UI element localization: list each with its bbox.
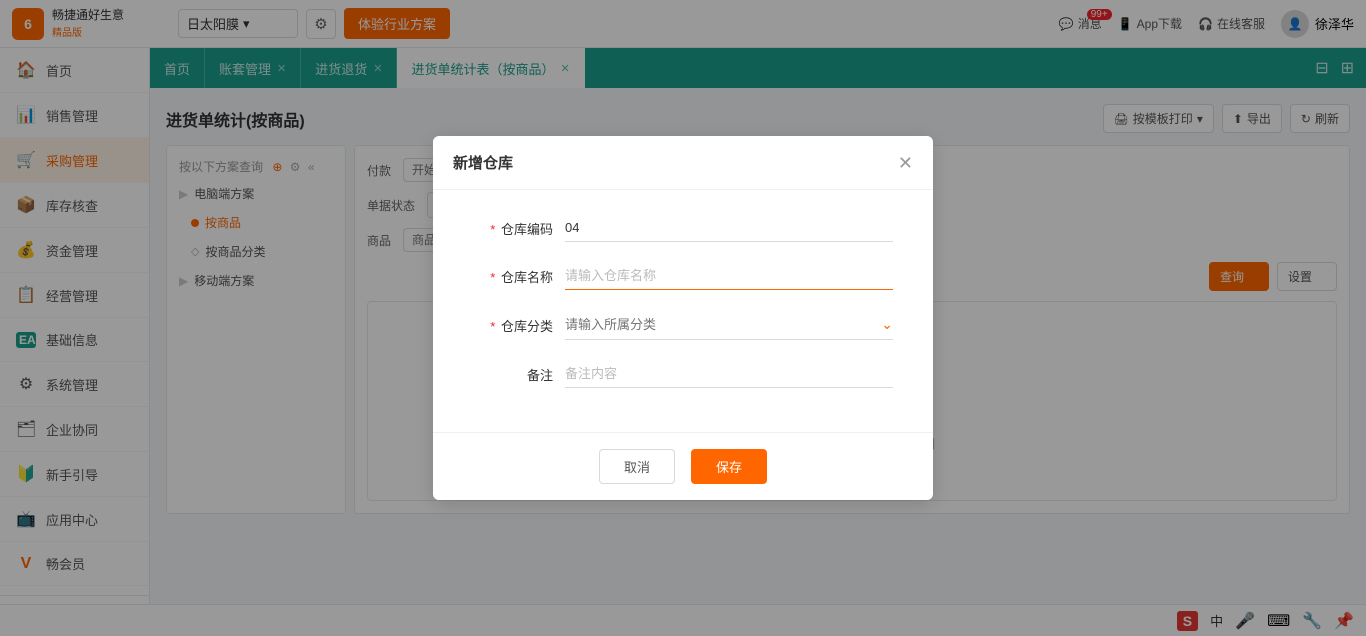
modal-overlay: 新增仓库 ✕ * 仓库编码 * 仓库名称 [0, 0, 1366, 636]
category-select-row: ⌄ [565, 310, 893, 340]
new-warehouse-modal: 新增仓库 ✕ * 仓库编码 * 仓库名称 [433, 136, 933, 500]
form-row-remark: 备注 [473, 360, 893, 388]
modal-title: 新增仓库 [453, 152, 513, 173]
modal-footer: 取消 保存 [433, 432, 933, 500]
modal-header: 新增仓库 ✕ [433, 136, 933, 190]
name-label: * 仓库名称 [473, 267, 553, 286]
modal-body: * 仓库编码 * 仓库名称 * 仓库分类 [433, 190, 933, 432]
warehouse-code-input[interactable] [565, 214, 893, 242]
remark-label: 备注 [473, 365, 553, 384]
required-star3: * [490, 319, 495, 334]
category-label: * 仓库分类 [473, 316, 553, 335]
remark-input[interactable] [565, 360, 893, 388]
modal-close-button[interactable]: ✕ [898, 154, 913, 172]
category-dropdown-icon: ⌄ [881, 316, 893, 333]
form-row-category: * 仓库分类 ⌄ [473, 310, 893, 340]
form-row-name: * 仓库名称 [473, 262, 893, 290]
form-row-code: * 仓库编码 [473, 214, 893, 242]
save-button[interactable]: 保存 [691, 449, 767, 484]
warehouse-name-input[interactable] [565, 262, 893, 290]
required-star: * [490, 222, 495, 237]
cancel-button[interactable]: 取消 [599, 449, 675, 484]
required-star2: * [490, 270, 495, 285]
code-label: * 仓库编码 [473, 219, 553, 238]
warehouse-category-input[interactable] [565, 317, 881, 332]
